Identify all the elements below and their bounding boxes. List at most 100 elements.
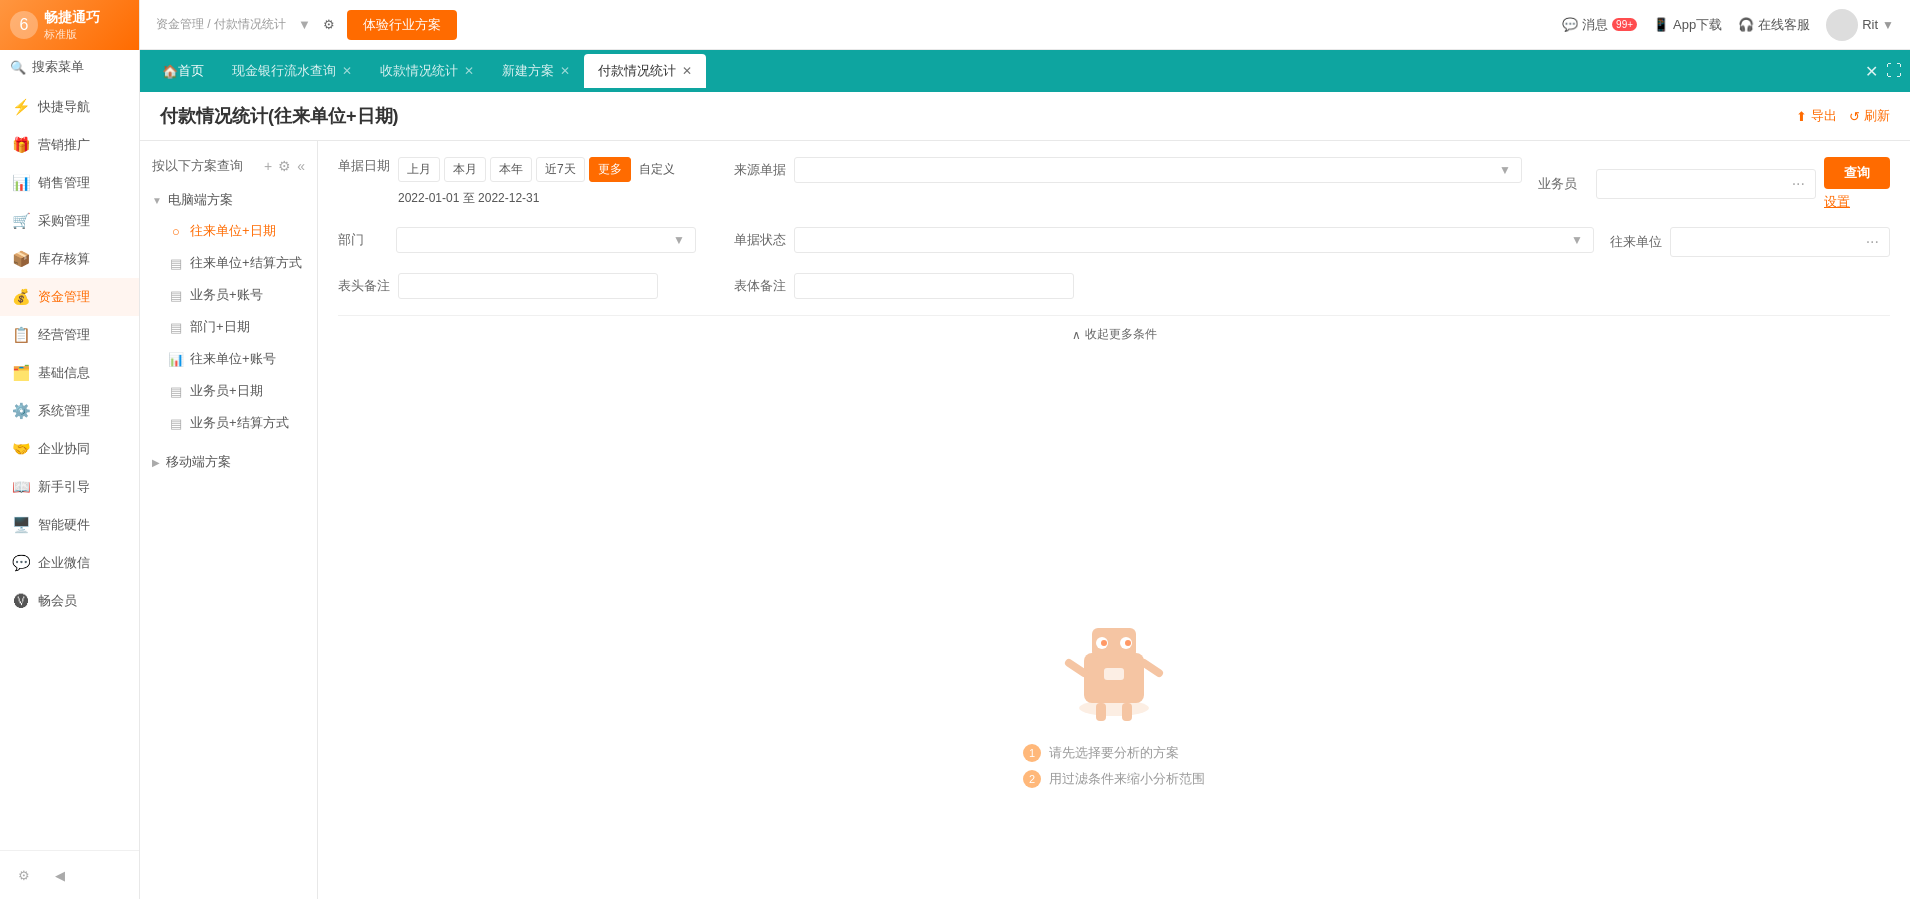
nav-label-enterprise: 企业协同 bbox=[38, 440, 90, 458]
collapse-bar[interactable]: ∧ 收起更多条件 bbox=[338, 315, 1890, 353]
scheme-settings-icon[interactable]: ⚙ bbox=[278, 158, 291, 174]
collapse-label: 收起更多条件 bbox=[1085, 326, 1157, 343]
tab-payment-stats-label: 付款情况统计 bbox=[598, 62, 676, 80]
staff-select[interactable]: ··· bbox=[1596, 169, 1816, 199]
sidebar-item-quick-nav[interactable]: ⚡ 快捷导航 bbox=[0, 88, 139, 126]
query-btn[interactable]: 查询 bbox=[1824, 157, 1890, 189]
source-doc-label: 来源单据 bbox=[734, 161, 786, 179]
scheme-item-staff-date[interactable]: ▤ 业务员+日期 bbox=[140, 375, 317, 407]
sidebar-item-basic-info[interactable]: 🗂️ 基础信息 bbox=[0, 354, 139, 392]
tab-payment-stats[interactable]: 付款情况统计 ✕ bbox=[584, 54, 706, 88]
sidebar-item-hardware[interactable]: 🖥️ 智能硬件 bbox=[0, 506, 139, 544]
sidebar-item-sales[interactable]: 📊 销售管理 bbox=[0, 164, 139, 202]
doc-status-select[interactable]: ▼ bbox=[794, 227, 1594, 253]
tab-payment-stats-close[interactable]: ✕ bbox=[682, 64, 692, 78]
scheme-label-staff-settlement: 业务员+结算方式 bbox=[190, 414, 289, 432]
counterpart-dots[interactable]: ··· bbox=[1866, 233, 1879, 251]
nav-icon-membership: 🅥 bbox=[12, 592, 30, 610]
export-btn[interactable]: ⬆ 导出 bbox=[1796, 107, 1837, 125]
scheme-sidebar-title: 按以下方案查询 bbox=[152, 157, 243, 175]
scheme-item-counterpart-account[interactable]: 📊 往来单位+账号 bbox=[140, 343, 317, 375]
source-doc-select[interactable]: ▼ bbox=[794, 157, 1522, 183]
sidebar-item-membership[interactable]: 🅥 畅会员 bbox=[0, 582, 139, 620]
header-dropdown-arrow[interactable]: ▼ bbox=[298, 17, 311, 32]
scheme-icon-staff-date: ▤ bbox=[168, 383, 184, 399]
scheme-icon-counterpart-account: 📊 bbox=[168, 351, 184, 367]
sidebar-item-capital[interactable]: 💰 资金管理 bbox=[0, 278, 139, 316]
scheme-item-counterpart-date[interactable]: ○ 往来单位+日期 bbox=[140, 215, 317, 247]
header-remark-input[interactable] bbox=[398, 273, 658, 299]
sidebar-item-wechat[interactable]: 💬 企业微信 bbox=[0, 544, 139, 582]
user-info[interactable]: Rit ▼ bbox=[1826, 9, 1894, 41]
footer-settings-btn[interactable]: ⚙ bbox=[10, 861, 38, 889]
tab-new-scheme-close[interactable]: ✕ bbox=[560, 64, 570, 78]
tab-bank-flow[interactable]: 现金银行流水查询 ✕ bbox=[218, 54, 366, 88]
sidebar-item-inventory[interactable]: 📦 库存核算 bbox=[0, 240, 139, 278]
svg-rect-10 bbox=[1096, 703, 1106, 721]
scheme-item-staff-account[interactable]: ▤ 业务员+账号 bbox=[140, 279, 317, 311]
nav-label-inventory: 库存核算 bbox=[38, 250, 90, 268]
dept-select[interactable]: ▼ bbox=[396, 227, 696, 253]
date-btn-this-month[interactable]: 本月 bbox=[444, 157, 486, 182]
sidebar-item-operations[interactable]: 📋 经营管理 bbox=[0, 316, 139, 354]
filter-header-remark-item: 表头备注 bbox=[338, 273, 718, 299]
source-doc-arrow: ▼ bbox=[1499, 163, 1511, 177]
right-panel: 单据日期 上月 本月 本年 近7天 更多 自定义 bbox=[318, 141, 1910, 899]
tab-expand-icon[interactable]: ⛶ bbox=[1886, 62, 1902, 80]
header-settings-icon[interactable]: ⚙ bbox=[323, 17, 335, 32]
date-btn-last-month[interactable]: 上月 bbox=[398, 157, 440, 182]
online-service-btn[interactable]: 🎧 在线客服 bbox=[1738, 16, 1810, 34]
sidebar-item-enterprise[interactable]: 🤝 企业协同 bbox=[0, 430, 139, 468]
date-btn-last-7[interactable]: 近7天 bbox=[536, 157, 585, 182]
sidebar-item-system[interactable]: ⚙️ 系统管理 bbox=[0, 392, 139, 430]
tab-bank-flow-close[interactable]: ✕ bbox=[342, 64, 352, 78]
sidebar-item-guide[interactable]: 📖 新手引导 bbox=[0, 468, 139, 506]
doc-status-arrow: ▼ bbox=[1571, 233, 1583, 247]
date-btn-this-year[interactable]: 本年 bbox=[490, 157, 532, 182]
body-remark-input[interactable] bbox=[794, 273, 1074, 299]
page-title: 付款情况统计(往来单位+日期) bbox=[160, 104, 399, 128]
scheme-collapse-icon[interactable]: « bbox=[297, 158, 305, 174]
scheme-label-counterpart-account: 往来单位+账号 bbox=[190, 350, 276, 368]
nav-icon-purchase: 🛒 bbox=[12, 212, 30, 230]
staff-dots[interactable]: ··· bbox=[1792, 175, 1805, 193]
tab-home[interactable]: 🏠 首页 bbox=[148, 54, 218, 88]
page-header: 付款情况统计(往来单位+日期) ⬆ 导出 ↺ 刷新 bbox=[140, 92, 1910, 141]
messages-btn[interactable]: 💬 消息 99+ bbox=[1562, 16, 1637, 34]
filter-date-btns: 上月 本月 本年 近7天 更多 自定义 bbox=[398, 157, 675, 182]
app-icon: 📱 bbox=[1653, 17, 1669, 32]
tab-receipt-stats-close[interactable]: ✕ bbox=[464, 64, 474, 78]
messages-badge: 99+ bbox=[1612, 18, 1637, 31]
counterpart-select[interactable]: ··· bbox=[1670, 227, 1890, 257]
scheme-item-staff-settlement[interactable]: ▤ 业务员+结算方式 bbox=[140, 407, 317, 439]
nav-label-system: 系统管理 bbox=[38, 402, 90, 420]
scheme-item-counterpart-settlement[interactable]: ▤ 往来单位+结算方式 bbox=[140, 247, 317, 279]
tab-close-all-icon[interactable]: ✕ bbox=[1865, 62, 1878, 81]
scheme-add-icon[interactable]: + bbox=[264, 158, 272, 174]
trial-btn[interactable]: 体验行业方案 bbox=[347, 10, 457, 40]
filter-doc-status-item: 单据状态 ▼ bbox=[734, 227, 1594, 253]
settings-link[interactable]: 设置 bbox=[1824, 193, 1850, 211]
tab-receipt-stats[interactable]: 收款情况统计 ✕ bbox=[366, 54, 488, 88]
content-with-sidebar: 按以下方案查询 + ⚙ « ▼ 电脑端方案 bbox=[140, 141, 1910, 899]
scheme-group-desktop-header[interactable]: ▼ 电脑端方案 bbox=[140, 185, 317, 215]
tab-new-scheme[interactable]: 新建方案 ✕ bbox=[488, 54, 584, 88]
scheme-item-dept-date[interactable]: ▤ 部门+日期 bbox=[140, 311, 317, 343]
footer-collapse-btn[interactable]: ◀ bbox=[46, 861, 74, 889]
filter-body-remark-item: 表体备注 bbox=[734, 273, 1890, 299]
nav-icon-enterprise: 🤝 bbox=[12, 440, 30, 458]
tab-bar: 🏠 首页 现金银行流水查询 ✕ 收款情况统计 ✕ 新建方案 ✕ 付款情况统计 ✕… bbox=[140, 50, 1910, 92]
svg-point-5 bbox=[1101, 640, 1107, 646]
app-download-btn[interactable]: 📱 App下载 bbox=[1653, 16, 1722, 34]
sidebar-search[interactable]: 🔍 搜索菜单 bbox=[0, 50, 139, 84]
refresh-btn[interactable]: ↺ 刷新 bbox=[1849, 107, 1890, 125]
sidebar-item-marketing[interactable]: 🎁 营销推广 bbox=[0, 126, 139, 164]
sidebar-item-purchase[interactable]: 🛒 采购管理 bbox=[0, 202, 139, 240]
page-header-actions: ⬆ 导出 ↺ 刷新 bbox=[1796, 107, 1890, 125]
scheme-group-mobile-header[interactable]: ▶ 移动端方案 bbox=[140, 447, 317, 477]
date-btn-more[interactable]: 更多 bbox=[589, 157, 631, 182]
nav-label-basic-info: 基础信息 bbox=[38, 364, 90, 382]
nav-label-membership: 畅会员 bbox=[38, 592, 77, 610]
user-dropdown-arrow[interactable]: ▼ bbox=[1882, 18, 1894, 32]
empty-state: 1 请先选择要分析的方案 2 用过滤条件来缩小分析范围 bbox=[318, 496, 1910, 899]
